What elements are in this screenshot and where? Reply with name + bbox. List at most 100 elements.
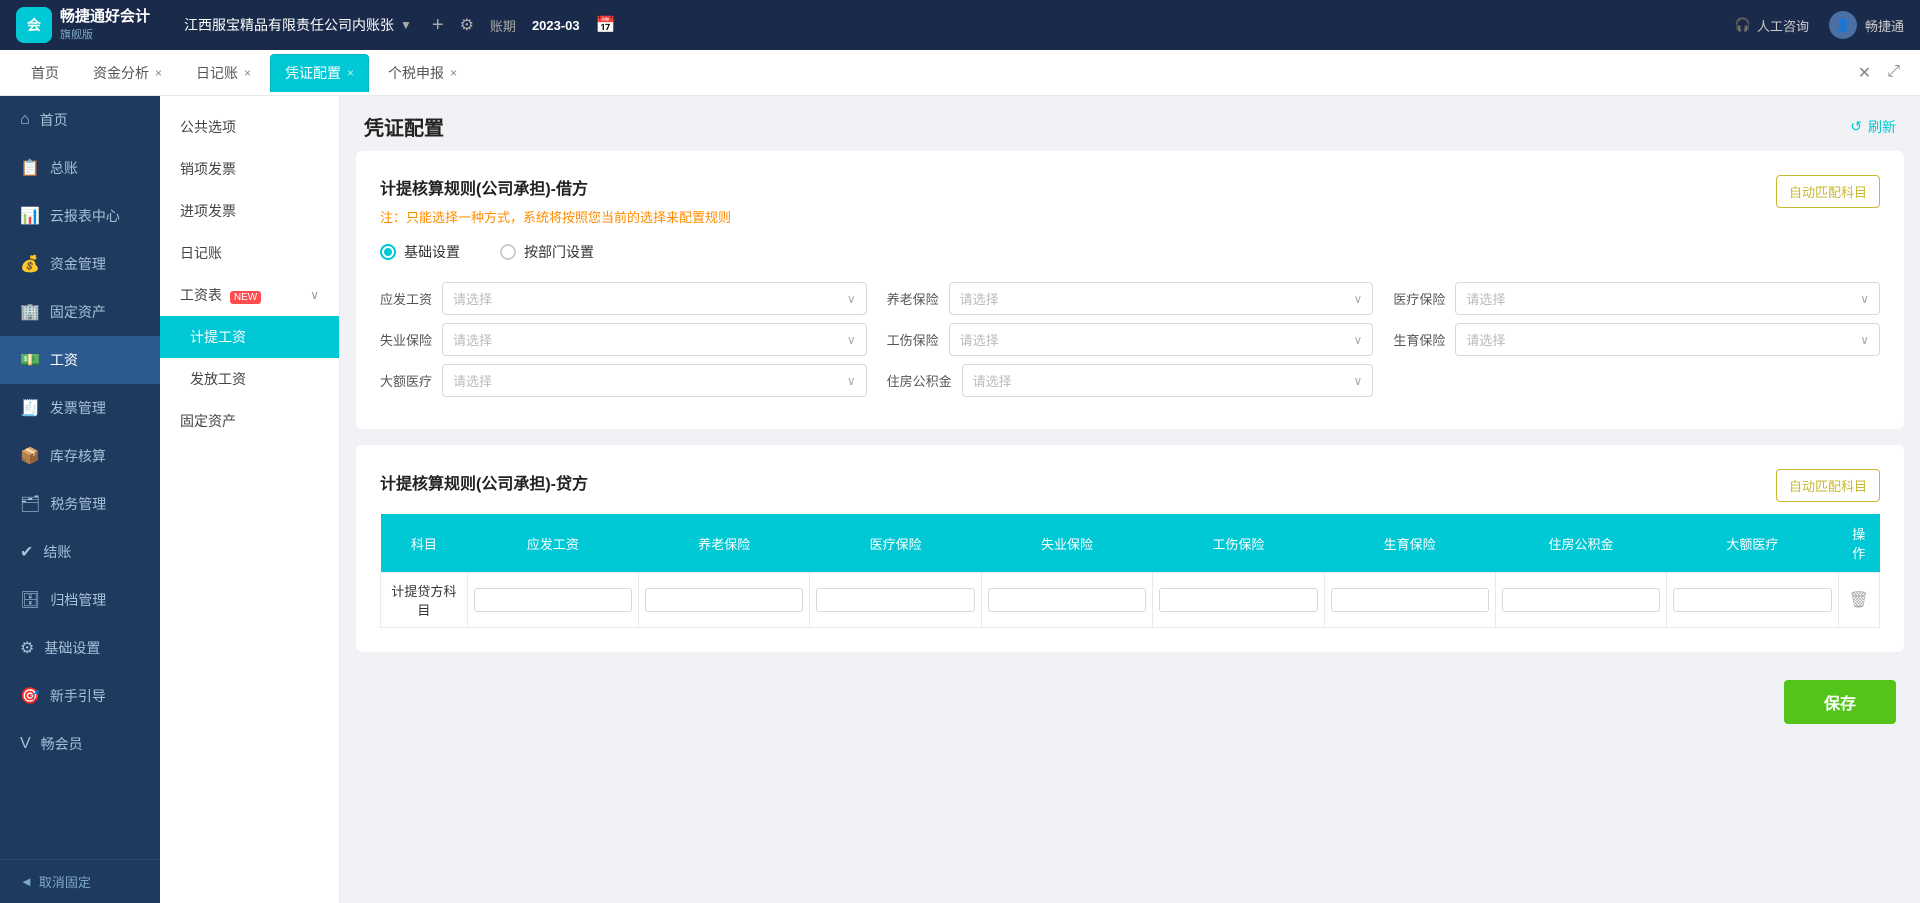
tab-home[interactable]: 首页 <box>16 54 74 92</box>
section2-panel: 计提核算规则(公司承担)-贷方 自动匹配科目 科目 应发工资 养老保险 医疗保险… <box>356 445 1904 652</box>
input-gross[interactable] <box>474 588 632 612</box>
radio-basic[interactable]: 基础设置 <box>380 242 460 262</box>
td-gross <box>467 573 638 628</box>
logo-sub: 旗舰版 <box>60 26 150 42</box>
sidebar-home-label: 首页 <box>40 110 68 130</box>
company-selector[interactable]: 江西服宝精品有限责任公司内账张 ▼ <box>184 15 412 35</box>
left-nav-fixed-label: 固定资产 <box>180 413 236 429</box>
left-nav-sales-invoice[interactable]: 销项发票 <box>160 148 339 190</box>
sidebar-item-fund[interactable]: 💰 资金管理 <box>0 240 160 288</box>
radio-dept-circle <box>500 244 516 260</box>
sidebar-item-reports[interactable]: 📊 云报表中心 <box>0 192 160 240</box>
sidebar-ledger-label: 总账 <box>50 158 78 178</box>
tab-bar-right: ✕ ⤢ <box>1854 59 1904 87</box>
delete-row-icon[interactable]: 🗑 <box>1849 592 1869 609</box>
maximize-icon[interactable]: ⤢ <box>1883 59 1904 87</box>
support-button[interactable]: 🎧 人工咨询 <box>1735 16 1809 35</box>
work-injury-label: 工伤保险 <box>887 330 939 349</box>
user-info[interactable]: 👤 畅捷通 <box>1829 11 1904 39</box>
input-work-injury[interactable] <box>1159 588 1317 612</box>
calendar-icon[interactable]: 📅 <box>596 15 616 35</box>
refresh-button[interactable]: ↺ 刷新 <box>1850 117 1896 137</box>
left-nav-public[interactable]: 公共选项 <box>160 106 339 148</box>
radio-basic-label: 基础设置 <box>404 242 460 262</box>
tab-bar: 首页 资金分析 × 日记账 × 凭证配置 × 个税申报 × ✕ ⤢ <box>0 50 1920 96</box>
major-medical-select[interactable]: 请选择 ∨ <box>442 364 867 397</box>
left-nav-purchase-label: 进项发票 <box>180 203 236 219</box>
th-housing: 住房公积金 <box>1495 514 1666 573</box>
sidebar-item-guide[interactable]: 🎯 新手引导 <box>0 672 160 720</box>
left-nav-pay-salary[interactable]: 发放工资 <box>160 358 339 400</box>
th-medical: 医疗保险 <box>810 514 981 573</box>
sidebar-item-salary[interactable]: 💵 工资 <box>0 336 160 384</box>
maternity-select[interactable]: 请选择 ∨ <box>1455 323 1880 356</box>
form-grid-row2: 失业保险 请选择 ∨ 工伤保险 请选择 ∨ 生育 <box>380 323 1880 356</box>
sidebar-item-tax[interactable]: 🗂 税务管理 <box>0 480 160 528</box>
left-nav-purchase-invoice[interactable]: 进项发票 <box>160 190 339 232</box>
sidebar-item-archive[interactable]: 🗄 归档管理 <box>0 576 160 624</box>
pension-arrow-icon: ∨ <box>1354 292 1363 306</box>
td-housing <box>1495 573 1666 628</box>
tab-voucher-close-icon[interactable]: × <box>347 66 354 80</box>
medical-select[interactable]: 请选择 ∨ <box>1455 282 1880 315</box>
form-item-gross-salary: 应发工资 请选择 ∨ <box>380 282 867 315</box>
left-nav-fixed-asset[interactable]: 固定资产 <box>160 400 339 442</box>
form-grid-row1: 应发工资 请选择 ∨ 养老保险 请选择 ∨ 医疗 <box>380 282 1880 315</box>
pension-placeholder: 请选择 <box>960 289 999 308</box>
tab-fund[interactable]: 资金分析 × <box>78 54 177 92</box>
table-row: 计提贷方科目 🗑 <box>381 573 1880 628</box>
left-nav: 公共选项 销项发票 进项发票 日记账 工资表 NEW ∨ 计提工资 发放工资 <box>160 96 340 903</box>
sidebar-close-label: 结账 <box>43 542 71 562</box>
tab-journal[interactable]: 日记账 × <box>181 54 266 92</box>
input-maternity[interactable] <box>1331 588 1489 612</box>
housing-fund-select[interactable]: 请选择 ∨ <box>962 364 1374 397</box>
td-pension <box>639 573 810 628</box>
unemployment-select[interactable]: 请选择 ∨ <box>442 323 867 356</box>
gross-salary-select[interactable]: 请选择 ∨ <box>442 282 867 315</box>
sidebar-item-vip[interactable]: V 畅会员 <box>0 720 160 768</box>
sidebar-item-invoice[interactable]: 🧾 发票管理 <box>0 384 160 432</box>
save-button[interactable]: 保存 <box>1784 680 1896 724</box>
radio-basic-circle <box>380 244 396 260</box>
cancel-pin-button[interactable]: ◄ 取消固定 <box>0 859 160 903</box>
period-value: 2023-03 <box>532 18 580 33</box>
refresh-label: 刷新 <box>1868 117 1896 137</box>
left-nav-journal[interactable]: 日记账 <box>160 232 339 274</box>
top-bar: 会 畅捷通好会计 旗舰版 江西服宝精品有限责任公司内账张 ▼ + ⚙ 账期 20… <box>0 0 1920 50</box>
sidebar-item-ledger[interactable]: 📋 总账 <box>0 144 160 192</box>
maternity-arrow-icon: ∨ <box>1860 333 1869 347</box>
gross-salary-label: 应发工资 <box>380 289 432 308</box>
sidebar-item-basic[interactable]: ⚙ 基础设置 <box>0 624 160 672</box>
radio-dept[interactable]: 按部门设置 <box>500 242 594 262</box>
sidebar-item-close[interactable]: ✔ 结账 <box>0 528 160 576</box>
sidebar-fixed-assets-label: 固定资产 <box>50 302 106 322</box>
input-major-med[interactable] <box>1673 588 1831 612</box>
add-button[interactable]: + <box>432 14 444 37</box>
left-nav-salary-table[interactable]: 工资表 NEW ∨ <box>160 274 339 316</box>
settings-icon[interactable]: ⚙ <box>460 15 474 35</box>
tab-tax-close-icon[interactable]: × <box>450 66 457 80</box>
sidebar-item-fixed-assets[interactable]: 🏢 固定资产 <box>0 288 160 336</box>
left-nav-calc-salary[interactable]: 计提工资 <box>160 316 339 358</box>
input-housing[interactable] <box>1502 588 1660 612</box>
tab-tax[interactable]: 个税申报 × <box>373 54 472 92</box>
tab-voucher[interactable]: 凭证配置 × <box>270 54 369 92</box>
auto-match-section1-button[interactable]: 自动匹配科目 <box>1776 175 1880 208</box>
th-subject: 科目 <box>381 514 468 573</box>
td-label: 计提贷方科目 <box>381 573 468 628</box>
tab-journal-close-icon[interactable]: × <box>244 66 251 80</box>
guide-icon: 🎯 <box>20 686 40 706</box>
close-window-icon[interactable]: ✕ <box>1854 59 1875 87</box>
input-pension[interactable] <box>645 588 803 612</box>
pension-select[interactable]: 请选择 ∨ <box>949 282 1374 315</box>
input-unemployment[interactable] <box>988 588 1146 612</box>
tab-fund-close-icon[interactable]: × <box>155 66 162 80</box>
input-medical[interactable] <box>816 588 974 612</box>
sidebar-item-home[interactable]: ⌂ 首页 <box>0 96 160 144</box>
td-maternity <box>1324 573 1495 628</box>
sidebar-item-inventory[interactable]: 📦 库存核算 <box>0 432 160 480</box>
work-injury-select[interactable]: 请选择 ∨ <box>949 323 1374 356</box>
auto-match-section2-button[interactable]: 自动匹配科目 <box>1776 469 1880 502</box>
td-delete: 🗑 <box>1838 573 1879 628</box>
form-grid-row3: 大额医疗 请选择 ∨ 住房公积金 请选择 ∨ <box>380 364 1880 397</box>
